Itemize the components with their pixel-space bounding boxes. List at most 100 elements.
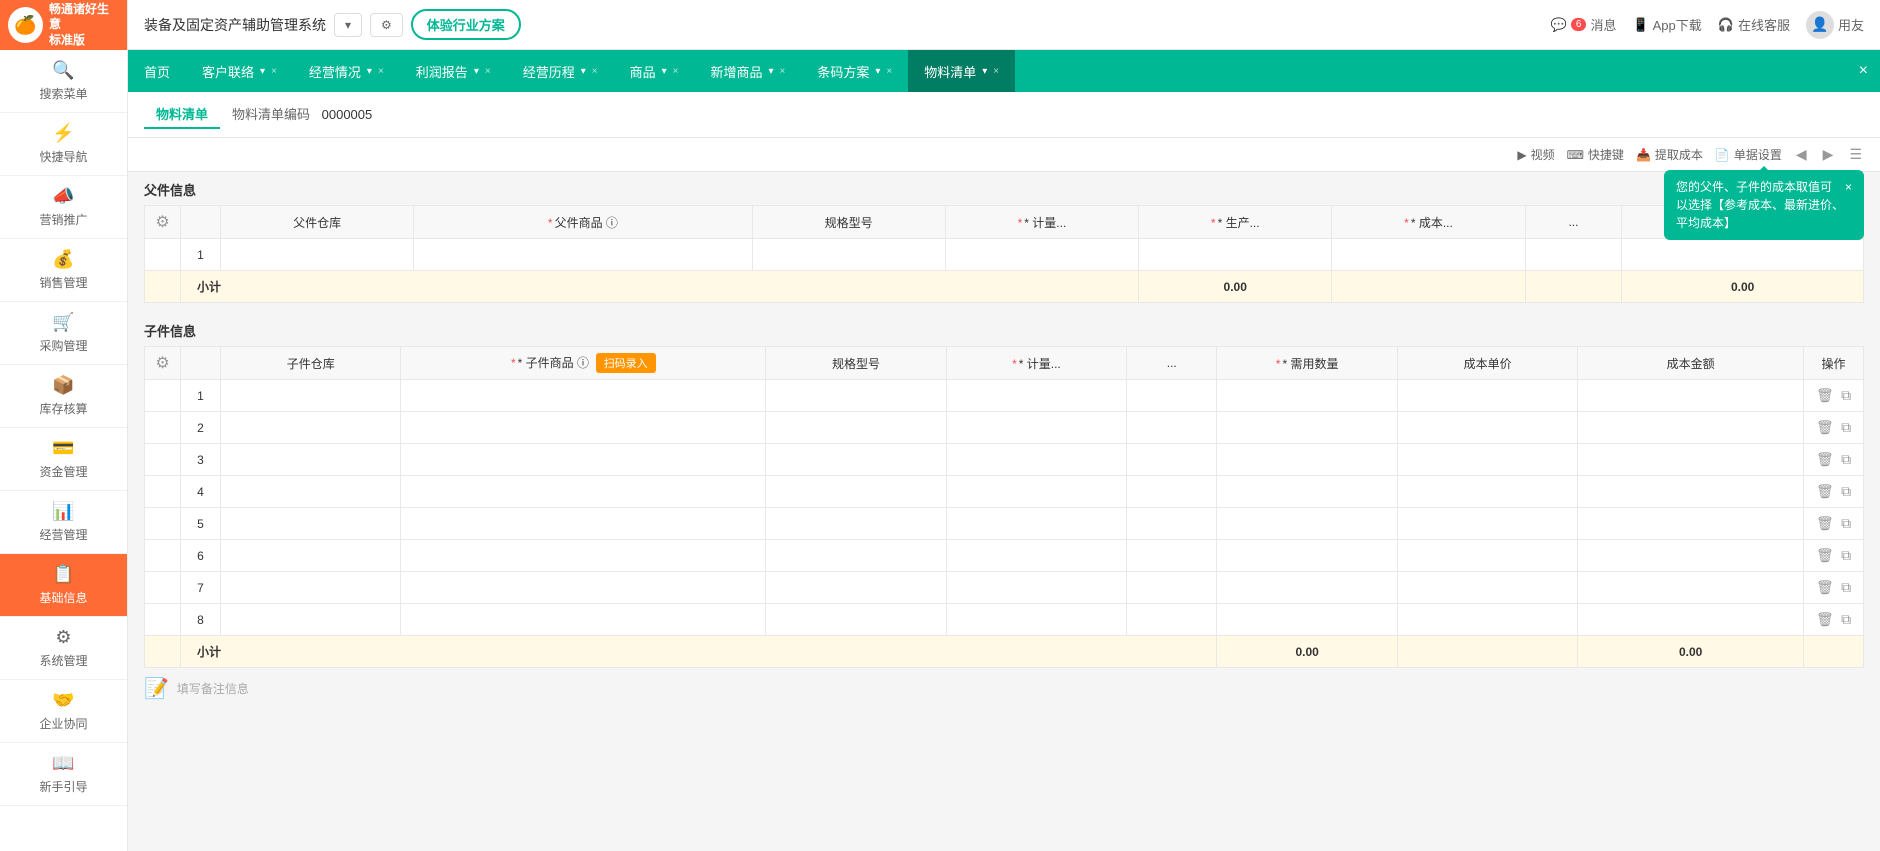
sidebar-item-11[interactable]: 📖新手引导 [0, 743, 127, 806]
sidebar-item-10[interactable]: 🤝企业协同 [0, 680, 127, 743]
sidebar-item-7[interactable]: 📊经营管理 [0, 491, 127, 554]
sidebar-item-8[interactable]: 📋基础信息 [0, 554, 127, 617]
child-row5-unit[interactable] [946, 508, 1126, 540]
child-row2-delete-btn[interactable]: 🗑 [1814, 417, 1836, 438]
child-row1-copy-btn[interactable]: ⧉ [1839, 385, 1853, 406]
child-row8-unit-price[interactable] [1397, 604, 1577, 636]
child-row3-unit-price[interactable] [1397, 444, 1577, 476]
parent-row1-unit[interactable] [945, 239, 1138, 271]
child-row2-copy-btn[interactable]: ⧉ [1839, 417, 1853, 438]
nav-tab-7[interactable]: 条码方案 ▾ × [801, 50, 908, 92]
child-row7-qty[interactable] [1217, 572, 1397, 604]
child-row8-product[interactable] [401, 604, 766, 636]
child-row7-delete-btn[interactable]: 🗑 [1814, 577, 1836, 598]
tab-close-4[interactable]: × [592, 66, 598, 77]
tab-close-8[interactable]: × [993, 66, 999, 77]
child-row5-spec[interactable] [766, 508, 946, 540]
sub-nav-item-code[interactable]: 物料清单编码 0000005 [220, 100, 384, 129]
nav-tab-6[interactable]: 新增商品 ▾ × [694, 50, 801, 92]
child-row7-warehouse[interactable] [221, 572, 401, 604]
sidebar-item-1[interactable]: ⚡快捷导航 [0, 113, 127, 176]
parent-row1-spec[interactable] [752, 239, 945, 271]
child-row4-qty[interactable] [1217, 476, 1397, 508]
child-row2-unit[interactable] [946, 412, 1126, 444]
child-row7-spec[interactable] [766, 572, 946, 604]
dropdown-btn[interactable]: ▾ [334, 13, 362, 37]
sidebar-item-3[interactable]: 💰销售管理 [0, 239, 127, 302]
child-row2-product[interactable] [401, 412, 766, 444]
sub-nav-item-bom[interactable]: 物料清单 [144, 100, 220, 129]
scan-btn[interactable]: 扫码录入 [596, 353, 656, 373]
child-row3-product[interactable] [401, 444, 766, 476]
child-row5-product[interactable] [401, 508, 766, 540]
tab-close-5[interactable]: × [673, 66, 679, 77]
online-service-btn[interactable]: 🎧 在线客服 [1718, 15, 1790, 34]
nav-tab-0[interactable]: 首页 [128, 50, 186, 92]
child-row5-qty[interactable] [1217, 508, 1397, 540]
single-settings-btn[interactable]: 📄单据设置 [1715, 146, 1782, 163]
nav-tab-4[interactable]: 经营历程 ▾ × [507, 50, 614, 92]
child-row8-spec[interactable] [766, 604, 946, 636]
child-row2-spec[interactable] [766, 412, 946, 444]
video-btn[interactable]: ▶视频 [1517, 146, 1554, 163]
sidebar-item-6[interactable]: 💳资金管理 [0, 428, 127, 491]
nav-tab-8[interactable]: 物料清单 ▾ × [908, 50, 1015, 92]
sidebar-item-9[interactable]: ⚙系统管理 [0, 617, 127, 680]
child-row4-warehouse[interactable] [221, 476, 401, 508]
tooltip-close-btn[interactable]: × [1845, 178, 1852, 196]
sidebar-item-4[interactable]: 🛒采购管理 [0, 302, 127, 365]
child-row4-unit[interactable] [946, 476, 1126, 508]
app-download-btn[interactable]: 📱 App下载 [1632, 15, 1701, 34]
parent-row1-production[interactable] [1139, 239, 1332, 271]
child-row1-qty[interactable] [1217, 380, 1397, 412]
child-row4-delete-btn[interactable]: 🗑 [1814, 481, 1836, 502]
shortcut-btn[interactable]: ⌨快捷键 [1567, 146, 1624, 163]
child-row8-qty[interactable] [1217, 604, 1397, 636]
child-row4-spec[interactable] [766, 476, 946, 508]
child-row6-unit-price[interactable] [1397, 540, 1577, 572]
child-row3-copy-btn[interactable]: ⧉ [1839, 449, 1853, 470]
sidebar-item-5[interactable]: 📦库存核算 [0, 365, 127, 428]
child-row2-unit-price[interactable] [1397, 412, 1577, 444]
child-row6-product[interactable] [401, 540, 766, 572]
child-row6-unit[interactable] [946, 540, 1126, 572]
try-button[interactable]: 体验行业方案 [411, 9, 521, 40]
child-row7-unit-price[interactable] [1397, 572, 1577, 604]
child-row6-warehouse[interactable] [221, 540, 401, 572]
child-row8-warehouse[interactable] [221, 604, 401, 636]
child-row1-delete-btn[interactable]: 🗑 [1814, 385, 1836, 406]
child-row3-spec[interactable] [766, 444, 946, 476]
parent-row1-warehouse[interactable] [221, 239, 414, 271]
nav-tab-2[interactable]: 经营情况 ▾ × [293, 50, 400, 92]
child-row8-copy-btn[interactable]: ⧉ [1839, 609, 1853, 630]
child-row3-qty[interactable] [1217, 444, 1397, 476]
nav-tab-1[interactable]: 客户联络 ▾ × [186, 50, 293, 92]
child-row7-copy-btn[interactable]: ⧉ [1839, 577, 1853, 598]
child-row8-unit[interactable] [946, 604, 1126, 636]
child-row6-copy-btn[interactable]: ⧉ [1839, 545, 1853, 566]
child-row2-warehouse[interactable] [221, 412, 401, 444]
child-row3-unit[interactable] [946, 444, 1126, 476]
nav-prev-btn[interactable]: ◀ [1794, 144, 1809, 165]
child-row1-warehouse[interactable] [221, 380, 401, 412]
tab-close-7[interactable]: × [886, 66, 892, 77]
child-row4-unit-price[interactable] [1397, 476, 1577, 508]
extract-cost-btn[interactable]: 📥提取成本 [1636, 146, 1703, 163]
child-row6-qty[interactable] [1217, 540, 1397, 572]
user-avatar[interactable]: 👤 用友 [1806, 11, 1864, 39]
tab-close-3[interactable]: × [485, 66, 491, 77]
child-row3-warehouse[interactable] [221, 444, 401, 476]
child-row5-copy-btn[interactable]: ⧉ [1839, 513, 1853, 534]
tab-close-6[interactable]: × [780, 66, 786, 77]
sidebar-item-2[interactable]: 📣营销推广 [0, 176, 127, 239]
child-row5-unit-price[interactable] [1397, 508, 1577, 540]
remark-placeholder[interactable]: 填写备注信息 [177, 680, 249, 697]
nav-next-btn[interactable]: ▶ [1821, 144, 1836, 165]
sidebar-item-0[interactable]: 🔍搜索菜单 [0, 50, 127, 113]
child-row8-delete-btn[interactable]: 🗑 [1814, 609, 1836, 630]
settings-btn[interactable]: ⚙ [370, 13, 403, 37]
child-row5-delete-btn[interactable]: 🗑 [1814, 513, 1836, 534]
child-row1-unit-price[interactable] [1397, 380, 1577, 412]
child-row4-product[interactable] [401, 476, 766, 508]
child-row3-delete-btn[interactable]: 🗑 [1814, 449, 1836, 470]
